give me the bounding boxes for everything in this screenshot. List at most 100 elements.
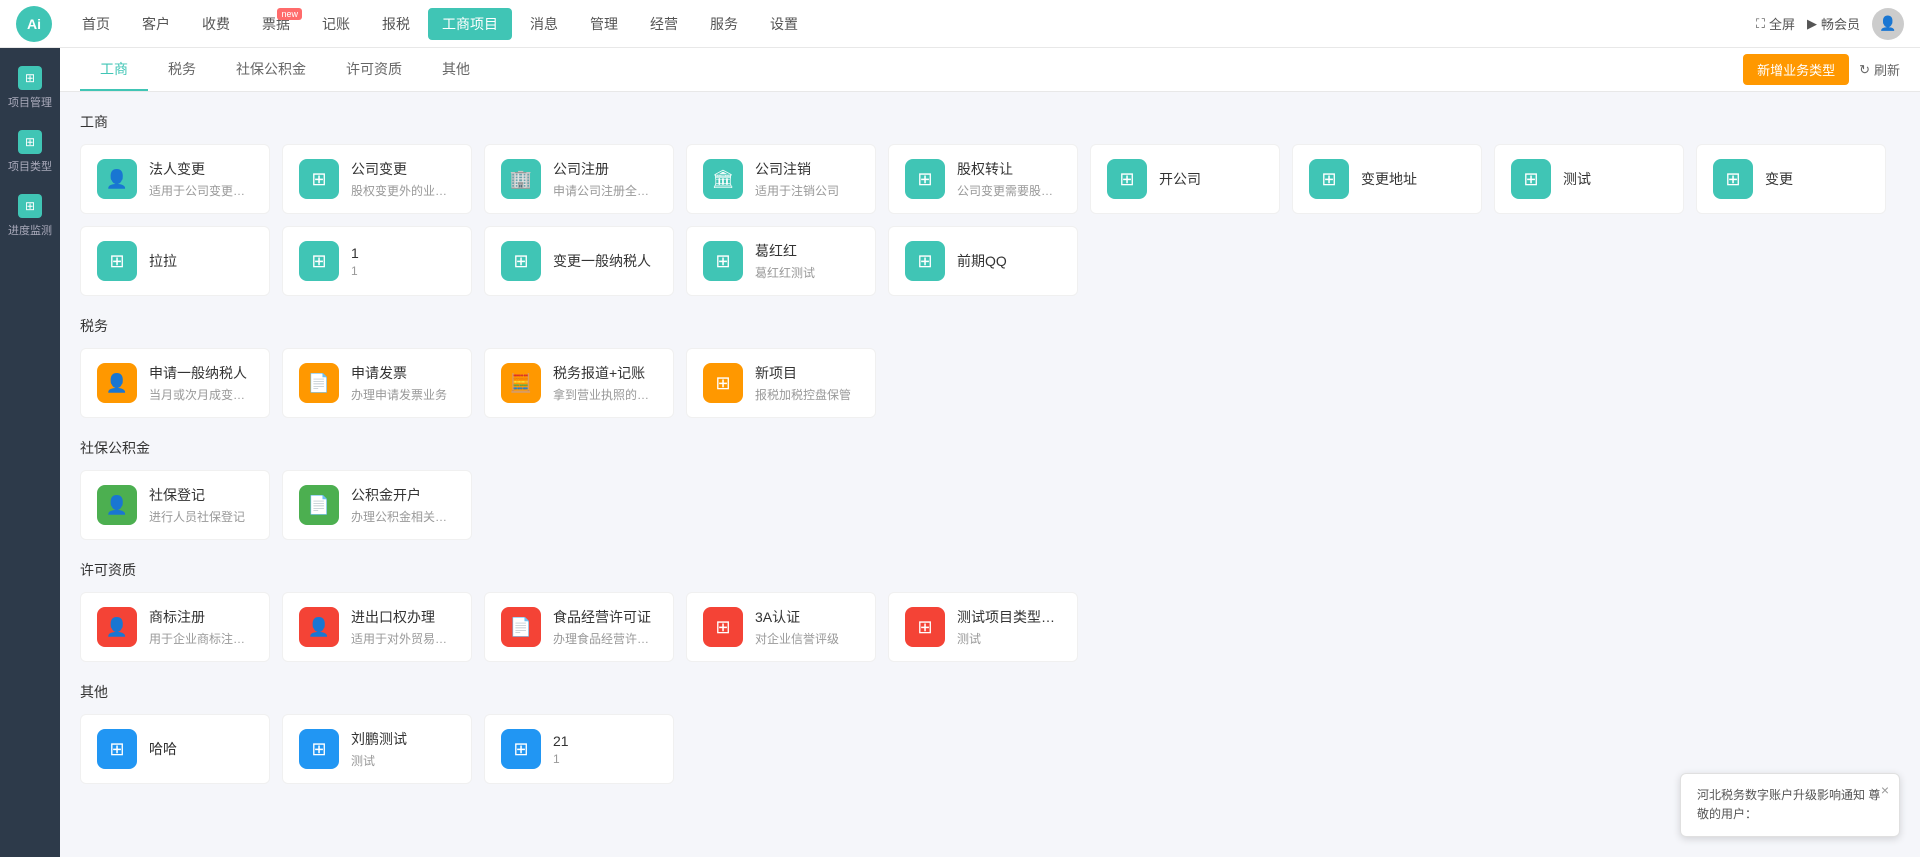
grid-icon: ⊞	[97, 729, 137, 769]
card-company-cancel[interactable]: 🏛公司注销适用于注销公司	[686, 144, 876, 214]
card-test-type[interactable]: ⊞测试项目类型自定义测试	[888, 592, 1078, 662]
section-title-税务: 税务	[80, 316, 1900, 336]
tab-qita[interactable]: 其他	[422, 48, 490, 91]
nav-item-message[interactable]: 消息	[516, 8, 572, 40]
doc-icon: 📄	[501, 607, 541, 647]
card-name-company-register: 公司注册	[553, 159, 657, 179]
card-trademark[interactable]: 👤商标注册用于企业商标注册服务	[80, 592, 270, 662]
card-tax-report-accounting[interactable]: 🧮税务报道+记账拿到营业执照的新公司	[484, 348, 674, 418]
card-name-company-cancel: 公司注销	[755, 159, 859, 179]
tab-gongshang[interactable]: 工商	[80, 48, 148, 91]
nav-item-bizproject[interactable]: 工商项目	[428, 8, 512, 40]
card-name-change: 变更	[1765, 169, 1869, 189]
card-info-pre-qq: 前期QQ	[957, 251, 1061, 271]
card-info-open-company: 开公司	[1159, 169, 1263, 189]
grid-icon: ⊞	[18, 194, 42, 218]
card-twenty-one[interactable]: ⊞211	[484, 714, 674, 784]
card-desc-apply-invoice: 办理申请发票业务	[351, 386, 455, 403]
nav-item-management[interactable]: 管理	[576, 8, 632, 40]
card-legal-change[interactable]: 👤法人变更适用于公司变更法人	[80, 144, 270, 214]
card-name-tax-report-accounting: 税务报道+记账	[553, 363, 657, 383]
tab-shebao[interactable]: 社保公积金	[216, 48, 326, 91]
tabs: 工商税务社保公积金许可资质其他	[80, 48, 490, 91]
card-new-project[interactable]: ⊞新项目报税加税控盘保管	[686, 348, 876, 418]
card-import-export[interactable]: 👤进出口权办理适用于对外贸易经营者	[282, 592, 472, 662]
cards-grid-社保公积金: 👤社保登记进行人员社保登记📄公积金开户办理公积金相关业务	[80, 470, 1900, 540]
card-desc-liu-peng-test: 测试	[351, 752, 455, 769]
vip-button[interactable]: ▶ 畅会员	[1807, 14, 1860, 33]
card-name-equity-transfer: 股权转让	[957, 159, 1061, 179]
card-info-change-taxpayer: 变更一般纳税人	[553, 251, 657, 271]
nav-item-ticket[interactable]: 票据new	[248, 8, 304, 40]
card-info-ge-hong-hong: 葛红红葛红红测试	[755, 241, 859, 281]
fullscreen-button[interactable]: ⛶ 全屏	[1756, 14, 1795, 33]
nav-item-invoice[interactable]: 收费	[188, 8, 244, 40]
grid-icon: ⊞	[501, 241, 541, 281]
card-desc-ge-hong-hong: 葛红红测试	[755, 264, 859, 281]
card-lala[interactable]: ⊞拉拉	[80, 226, 270, 296]
card-apply-invoice[interactable]: 📄申请发票办理申请发票业务	[282, 348, 472, 418]
grid-icon: ⊞	[299, 729, 339, 769]
card-apply-taxpayer[interactable]: 👤申请一般纳税人当月或次月成变更完成	[80, 348, 270, 418]
section-title-社保公积金: 社保公积金	[80, 438, 1900, 458]
card-equity-transfer[interactable]: ⊞股权转让公司变更需要股权转让	[888, 144, 1078, 214]
card-name-trademark: 商标注册	[149, 607, 253, 627]
card-haha[interactable]: ⊞哈哈	[80, 714, 270, 784]
card-info-test-type: 测试项目类型自定义测试	[957, 607, 1061, 647]
card-name-social-insurance: 社保登记	[149, 485, 253, 505]
nav-item-tax[interactable]: 报税	[368, 8, 424, 40]
tab-xuke[interactable]: 许可资质	[326, 48, 422, 91]
card-pre-qq[interactable]: ⊞前期QQ	[888, 226, 1078, 296]
tab-shuiwu[interactable]: 税务	[148, 48, 216, 91]
person-icon: 👤	[299, 607, 339, 647]
card-housing-fund[interactable]: 📄公积金开户办理公积金相关业务	[282, 470, 472, 540]
nav-item-home[interactable]: 首页	[68, 8, 124, 40]
card-info-test: 测试	[1563, 169, 1667, 189]
sidebar-item-progress-monitor[interactable]: ⊞进度监测	[0, 184, 60, 248]
card-social-insurance[interactable]: 👤社保登记进行人员社保登记	[80, 470, 270, 540]
new-type-button[interactable]: 新增业务类型	[1743, 54, 1849, 85]
card-food-license[interactable]: 📄食品经营许可证办理食品经营许可证	[484, 592, 674, 662]
card-test[interactable]: ⊞ 测试	[1494, 144, 1684, 214]
card-change[interactable]: ⊞ 变更	[1696, 144, 1886, 214]
card-info-trademark: 商标注册用于企业商标注册服务	[149, 607, 253, 647]
card-company-register[interactable]: 🏢公司注册申请公司注册全流程	[484, 144, 674, 214]
refresh-button[interactable]: ↻ 刷新	[1859, 60, 1900, 79]
grid-icon: ⊞	[1511, 159, 1551, 199]
cards-grid-许可资质: 👤商标注册用于企业商标注册服务👤进出口权办理适用于对外贸易经营者📄食品经营许可证…	[80, 592, 1900, 662]
card-name-one: 1	[351, 245, 455, 261]
sidebar-item-project-type[interactable]: ⊞项目类型	[0, 120, 60, 184]
nav-item-operation[interactable]: 经营	[636, 8, 692, 40]
card-open-company[interactable]: ⊞开公司	[1090, 144, 1280, 214]
card-name-change-taxpayer: 变更一般纳税人	[553, 251, 657, 271]
card-company-change[interactable]: ⊞公司变更股权变更外的业务变更	[282, 144, 472, 214]
calc-icon: 🧮	[501, 363, 541, 403]
card-liu-peng-test[interactable]: ⊞ 刘鹏测试测试	[282, 714, 472, 784]
nav-item-settings[interactable]: 设置	[756, 8, 812, 40]
card-change-taxpayer[interactable]: ⊞ 变更一般纳税人	[484, 226, 674, 296]
avatar[interactable]: 👤	[1872, 8, 1904, 40]
grid-icon: ⊞	[703, 607, 743, 647]
nav-item-customer[interactable]: 客户	[128, 8, 184, 40]
card-desc-company-cancel: 适用于注销公司	[755, 182, 859, 199]
card-info-company-cancel: 公司注销适用于注销公司	[755, 159, 859, 199]
grid-icon: ⊞	[1713, 159, 1753, 199]
sidebar-item-project-manage[interactable]: ⊞项目管理	[0, 56, 60, 120]
section-title-其他: 其他	[80, 682, 1900, 702]
nav-item-service[interactable]: 服务	[696, 8, 752, 40]
card-3a-cert[interactable]: ⊞3A认证对企业信誉评级	[686, 592, 876, 662]
notification-close-button[interactable]: ×	[1881, 782, 1889, 798]
card-info-liu-peng-test: 刘鹏测试测试	[351, 729, 455, 769]
card-desc-legal-change: 适用于公司变更法人	[149, 182, 253, 199]
nav-menu: 首页客户收费票据new记账报税工商项目消息管理经营服务设置	[68, 8, 1756, 40]
card-info-twenty-one: 211	[553, 733, 657, 766]
doc-icon: 📄	[299, 363, 339, 403]
card-change-address[interactable]: ⊞变更地址	[1292, 144, 1482, 214]
card-ge-hong-hong[interactable]: ⊞葛红红葛红红测试	[686, 226, 876, 296]
card-name-housing-fund: 公积金开户	[351, 485, 455, 505]
nav-item-accounting[interactable]: 记账	[308, 8, 364, 40]
card-one[interactable]: ⊞11	[282, 226, 472, 296]
card-info-lala: 拉拉	[149, 251, 253, 271]
card-desc-3a-cert: 对企业信誉评级	[755, 630, 859, 647]
card-name-import-export: 进出口权办理	[351, 607, 455, 627]
